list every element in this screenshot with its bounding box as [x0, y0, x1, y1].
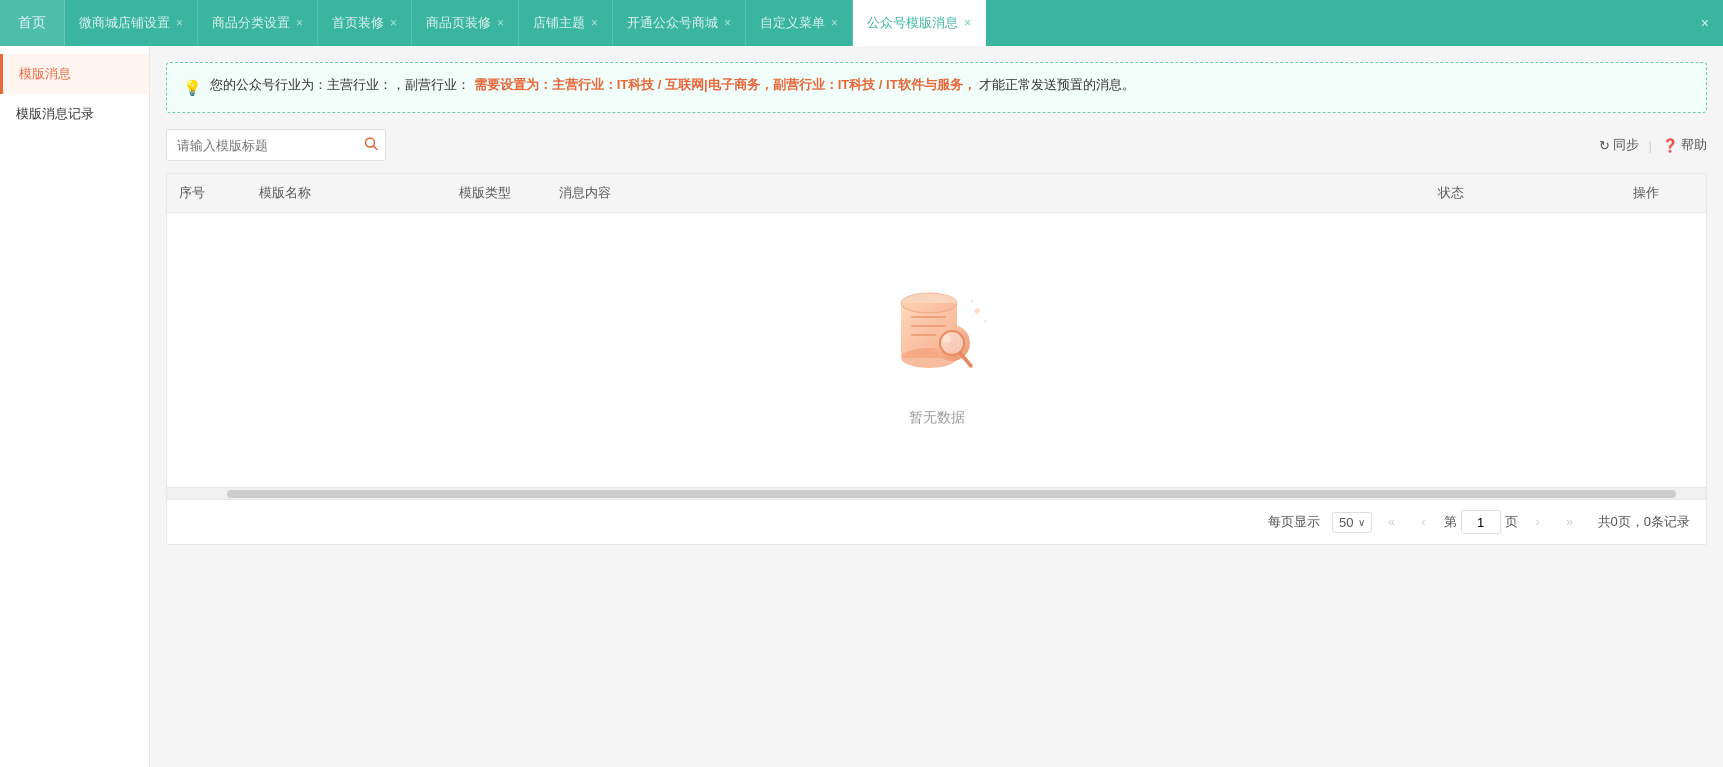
help-button[interactable]: ❓ 帮助: [1662, 136, 1707, 154]
close-open-mall[interactable]: ×: [724, 16, 731, 30]
nav-tab-home[interactable]: 首页: [0, 0, 65, 46]
page-number-input[interactable]: [1461, 510, 1501, 534]
total-info: 共0页，0条记录: [1598, 513, 1690, 531]
sidebar-item-template-msg[interactable]: 模版消息: [0, 54, 149, 94]
svg-point-14: [983, 320, 986, 323]
table-header: 序号 模版名称 模版类型 消息内容 状态 操作: [167, 174, 1706, 213]
alert-highlight: 需要设置为：主营行业：IT科技 / 互联网|电子商务，副营行业：IT科技 / I…: [474, 77, 976, 92]
alert-banner: 💡 您的公众号行业为：主营行业：，副营行业： 需要设置为：主营行业：IT科技 /…: [166, 62, 1707, 113]
product-category-label: 商品分类设置: [212, 14, 290, 32]
sidebar-item-template-msg-log[interactable]: 模版消息记录: [0, 94, 149, 134]
product-decor-label: 商品页装修: [426, 14, 491, 32]
page-size-chevron: ∨: [1358, 517, 1365, 528]
last-page-button[interactable]: »: [1558, 510, 1582, 534]
sync-button[interactable]: ↻ 同步: [1599, 136, 1639, 154]
divider: |: [1649, 138, 1652, 153]
empty-text: 暂无数据: [909, 409, 965, 427]
close-all-button[interactable]: ×: [1687, 15, 1723, 31]
svg-line-1: [374, 146, 378, 150]
nav-tab-open-mall[interactable]: 开通公众号商城 ×: [613, 0, 746, 46]
content-area: 💡 您的公众号行业为：主营行业：，副营行业： 需要设置为：主营行业：IT科技 /…: [150, 46, 1723, 767]
top-nav: 首页 微商城店铺设置 × 商品分类设置 × 首页装修 × 商品页装修 × 店铺主…: [0, 0, 1723, 46]
page-suffix: 页: [1505, 513, 1518, 531]
main-layout: 模版消息 模版消息记录 💡 您的公众号行业为：主营行业：，副营行业： 需要设置为…: [0, 46, 1723, 767]
home-tab-label: 首页: [18, 14, 46, 32]
close-home-decor[interactable]: ×: [390, 16, 397, 30]
th-content: 消息内容: [547, 174, 1426, 212]
empty-state: 暂无数据: [167, 213, 1706, 487]
help-icon: ❓: [1662, 138, 1678, 153]
nav-tab-wsc-settings[interactable]: 微商城店铺设置 ×: [65, 0, 198, 46]
first-page-button[interactable]: «: [1380, 510, 1404, 534]
alert-prefix: 您的公众号行业为：主营行业：，副营行业：: [210, 77, 470, 92]
nav-tab-product-decor[interactable]: 商品页装修 ×: [412, 0, 519, 46]
svg-line-11: [960, 353, 971, 366]
page-info: 第 页: [1444, 510, 1518, 534]
page-prefix: 第: [1444, 513, 1457, 531]
th-action: 操作: [1586, 174, 1706, 212]
page-size-label: 每页显示: [1268, 513, 1320, 531]
home-decor-label: 首页装修: [332, 14, 384, 32]
th-name: 模版名称: [247, 174, 447, 212]
empty-illustration: [877, 273, 997, 393]
nav-tab-product-category[interactable]: 商品分类设置 ×: [198, 0, 318, 46]
horizontal-scrollbar[interactable]: [167, 487, 1706, 499]
search-input[interactable]: [166, 129, 386, 161]
svg-point-15: [970, 300, 973, 303]
wsc-settings-label: 微商城店铺设置: [79, 14, 170, 32]
nav-tab-home-decor[interactable]: 首页装修 ×: [318, 0, 412, 46]
alert-suffix: 才能正常发送预置的消息。: [979, 77, 1135, 92]
close-custom-menu[interactable]: ×: [831, 16, 838, 30]
template-msg-tab-label: 公众号模版消息: [867, 14, 958, 32]
th-seq: 序号: [167, 174, 247, 212]
shop-theme-label: 店铺主题: [533, 14, 585, 32]
search-input-wrap: [166, 129, 386, 161]
close-product-category[interactable]: ×: [296, 16, 303, 30]
sync-icon: ↻: [1599, 138, 1610, 153]
sync-help-area: ↻ 同步 | ❓ 帮助: [1599, 136, 1707, 154]
nav-tab-custom-menu[interactable]: 自定义菜单 ×: [746, 0, 853, 46]
page-size-value: 50: [1339, 515, 1353, 530]
sync-label: 同步: [1613, 136, 1639, 154]
nav-tab-shop-theme[interactable]: 店铺主题 ×: [519, 0, 613, 46]
next-page-button[interactable]: ›: [1526, 510, 1550, 534]
page-size-select[interactable]: 50 ∨: [1332, 512, 1371, 533]
search-icon[interactable]: [364, 137, 378, 154]
sidebar: 模版消息 模版消息记录: [0, 46, 150, 767]
custom-menu-label: 自定义菜单: [760, 14, 825, 32]
nav-tab-template-msg[interactable]: 公众号模版消息 ×: [853, 0, 986, 46]
pagination-bar: 每页显示 50 ∨ « ‹ 第 页 › » 共0页，0条记录: [167, 499, 1706, 544]
open-mall-label: 开通公众号商城: [627, 14, 718, 32]
close-shop-theme[interactable]: ×: [591, 16, 598, 30]
bulb-icon: 💡: [183, 76, 202, 100]
scrollbar-thumb[interactable]: [227, 490, 1676, 498]
close-template-msg[interactable]: ×: [964, 16, 971, 30]
close-product-decor[interactable]: ×: [497, 16, 504, 30]
help-label: 帮助: [1681, 136, 1707, 154]
search-bar: ↻ 同步 | ❓ 帮助: [166, 129, 1707, 161]
th-type: 模版类型: [447, 174, 547, 212]
svg-point-12: [943, 335, 951, 343]
data-table: 序号 模版名称 模版类型 消息内容 状态 操作: [166, 173, 1707, 545]
th-status: 状态: [1426, 174, 1586, 212]
prev-page-button[interactable]: ‹: [1412, 510, 1436, 534]
close-wsc-settings[interactable]: ×: [176, 16, 183, 30]
